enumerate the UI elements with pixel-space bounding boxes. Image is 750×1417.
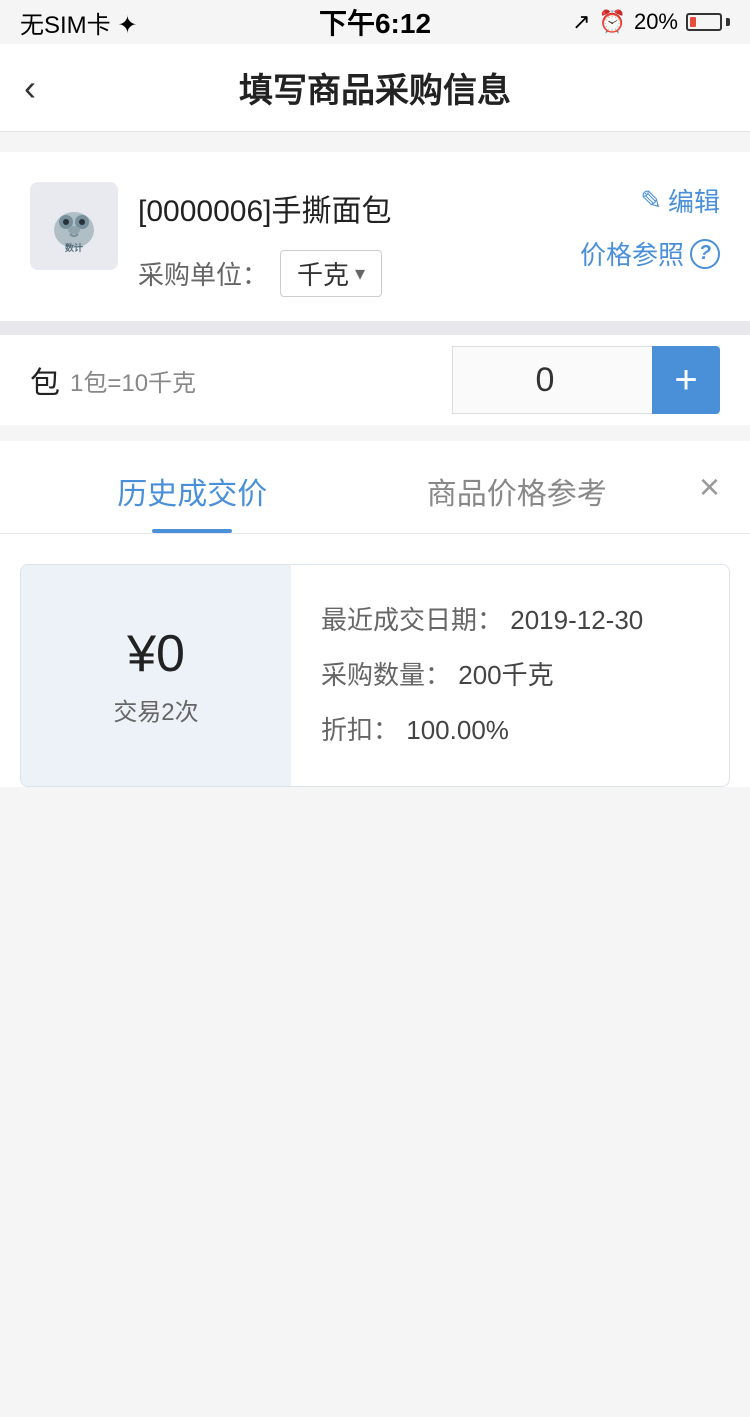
recent-date-value: 2019-12-30 xyxy=(510,605,643,635)
alarm-icon: ⏰ xyxy=(599,9,626,35)
product-thumbnail: 数计 xyxy=(30,182,118,270)
history-discount-row: 折扣： 100.00% xyxy=(321,711,699,750)
bottom-area xyxy=(0,817,750,1417)
product-unit-row: 采购单位： 千克 ▾ xyxy=(138,250,391,297)
tab-bar: 历史成交价 商品价格参考 × xyxy=(0,441,750,534)
quantity-plus-button[interactable]: + xyxy=(652,346,720,414)
product-top-row: 数计 [0000006]手撕面包 采购单位： 千克 ▾ ✎ 编辑 xyxy=(30,182,720,297)
section-divider xyxy=(0,321,750,335)
history-recent-date-row: 最近成交日期： 2019-12-30 xyxy=(321,601,699,640)
location-icon: ↗ xyxy=(572,9,590,35)
carrier-text: 无SIM卡 ✦ xyxy=(20,5,137,40)
unit-value: 千克 xyxy=(297,255,349,292)
history-price: ¥0 xyxy=(127,624,185,684)
page-header: ‹ 填写商品采购信息 xyxy=(0,44,750,132)
tab-history-price[interactable]: 历史成交价 xyxy=(30,441,354,533)
tab-price-ref-label: 商品价格参考 xyxy=(427,478,607,511)
history-left-panel: ¥0 交易2次 xyxy=(21,565,291,786)
status-carrier: 无SIM卡 ✦ xyxy=(20,5,137,40)
svg-text:数计: 数计 xyxy=(65,242,83,253)
history-quantity-row: 采购数量： 200千克 xyxy=(321,656,699,695)
history-right-panel: 最近成交日期： 2019-12-30 采购数量： 200千克 折扣： 100.0… xyxy=(291,565,729,786)
price-ref-label: 价格参照 xyxy=(580,235,684,272)
unit-label: 采购单位： xyxy=(138,255,268,292)
quantity-row: 包 1包=10千克 + xyxy=(0,335,750,425)
purchase-quantity-value: 200千克 xyxy=(458,660,553,690)
product-details: [0000006]手撕面包 采购单位： 千克 ▾ xyxy=(138,182,391,297)
product-right-actions: ✎ 编辑 价格参照 ? xyxy=(580,182,720,272)
back-button[interactable]: ‹ xyxy=(24,67,36,109)
tab-history-label: 历史成交价 xyxy=(117,478,267,511)
recent-date-label: 最近成交日期： xyxy=(321,605,503,635)
quantity-conversion: 1包=10千克 xyxy=(70,363,196,398)
history-card: ¥0 交易2次 最近成交日期： 2019-12-30 采购数量： 200千克 折… xyxy=(20,564,730,787)
tab-price-reference[interactable]: 商品价格参考 xyxy=(354,441,678,533)
page-title: 填写商品采购信息 xyxy=(239,63,511,112)
edit-label: 编辑 xyxy=(668,182,720,219)
product-card: 数计 [0000006]手撕面包 采购单位： 千克 ▾ ✎ 编辑 xyxy=(0,152,750,321)
status-bar: 无SIM卡 ✦ 下午6:12 ↗ ⏰ 20% xyxy=(0,0,750,44)
status-time: 下午6:12 xyxy=(319,2,431,42)
quantity-unit: 包 xyxy=(30,358,60,402)
price-reference-button[interactable]: 价格参照 ? xyxy=(580,235,720,272)
quantity-input-group: + xyxy=(452,346,720,414)
status-right: ↗ ⏰ 20% xyxy=(572,9,730,35)
tab-close-button[interactable]: × xyxy=(679,446,720,528)
unit-dropdown-arrow: ▾ xyxy=(355,261,365,286)
edit-button[interactable]: ✎ 编辑 xyxy=(640,182,720,219)
price-ref-icon: ? xyxy=(690,239,720,269)
quantity-label: 包 1包=10千克 xyxy=(30,358,196,402)
plus-icon: + xyxy=(674,358,697,403)
history-trade-count: 交易2次 xyxy=(113,692,198,727)
unit-select[interactable]: 千克 ▾ xyxy=(280,250,382,297)
tab-section: 历史成交价 商品价格参考 × ¥0 交易2次 最近成交日期： 2019-12-3… xyxy=(0,441,750,787)
product-info-left: 数计 [0000006]手撕面包 采购单位： 千克 ▾ xyxy=(30,182,391,297)
battery-percent: 20% xyxy=(634,9,678,35)
product-name: [0000006]手撕面包 xyxy=(138,186,391,230)
discount-value: 100.00% xyxy=(406,715,509,745)
discount-label: 折扣： xyxy=(321,715,399,745)
close-icon: × xyxy=(699,466,720,507)
battery-icon xyxy=(686,13,730,31)
purchase-quantity-label: 采购数量： xyxy=(321,660,451,690)
edit-icon: ✎ xyxy=(640,185,662,216)
quantity-input[interactable] xyxy=(452,346,652,414)
